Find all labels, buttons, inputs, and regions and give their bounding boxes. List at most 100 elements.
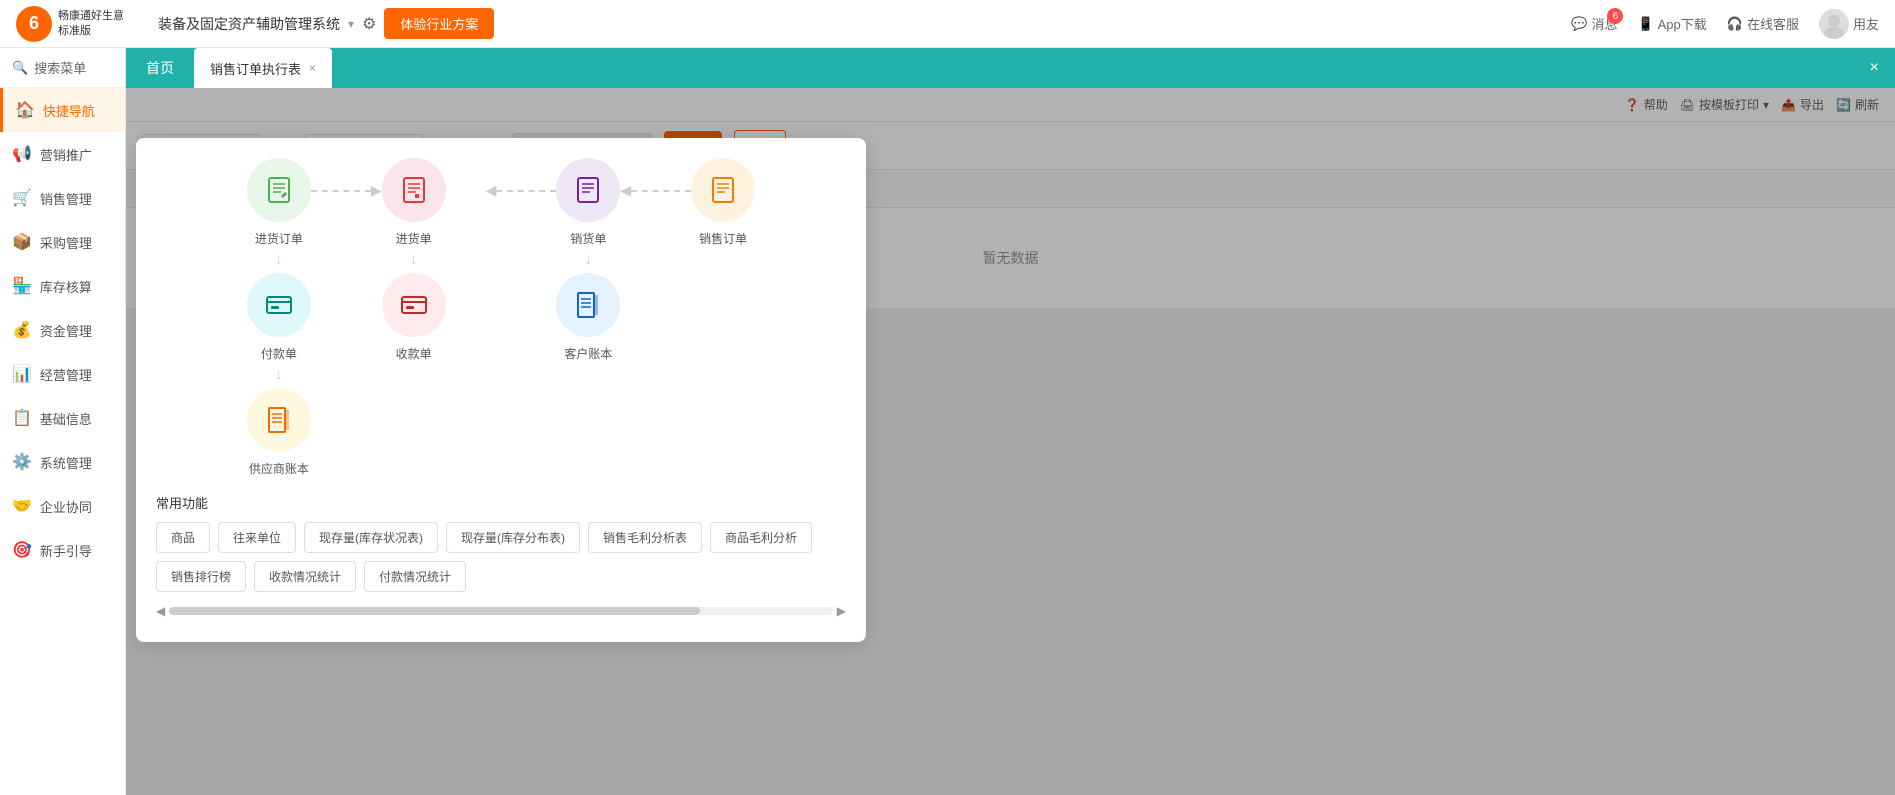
arrow-right-3: ◀	[620, 158, 691, 199]
arrow-down-3: ↓	[275, 366, 283, 384]
user-avatar	[1819, 9, 1849, 39]
new-user-icon: 🎯	[12, 540, 32, 560]
scroll-track[interactable]	[169, 607, 833, 615]
sidebar-item-new-user[interactable]: 🎯 新手引导	[0, 528, 125, 572]
flow-node-supplier-ledger[interactable]: 供应商账本	[247, 388, 311, 477]
settings-icon[interactable]: ⚙	[362, 14, 376, 34]
sidebar-item-marketing[interactable]: 📢 营销推广	[0, 132, 125, 176]
message-icon: 💬	[1571, 16, 1587, 32]
headset-icon: 🎧	[1727, 16, 1743, 32]
logo-area: 6 畅康通好生意 标准版	[16, 6, 142, 42]
func-buttons-row1: 商品 往来单位 现存量(库存状况表) 现存量(库存分布表) 销售毛利分析表 商品…	[156, 522, 846, 553]
flow-col-mid: 进货单 ↓ 收款单	[382, 158, 446, 362]
enterprise-icon: 🤝	[12, 496, 32, 516]
tab-bar-close-icon[interactable]: ×	[1870, 59, 1879, 77]
receipt-label: 收款单	[396, 345, 432, 362]
flow-col-left: 进货订单 ↓ 付款单 ↓	[247, 158, 311, 477]
func-btn-stock-status[interactable]: 现存量(库存状况表)	[304, 522, 438, 553]
user-item[interactable]: 用友	[1819, 9, 1879, 39]
search-menu[interactable]: 🔍 搜索菜单	[0, 48, 125, 88]
operations-icon: 📊	[12, 364, 32, 384]
sidebar-item-operations[interactable]: 📊 经营管理	[0, 352, 125, 396]
flow-node-payment[interactable]: 付款单	[247, 273, 311, 362]
basic-info-icon: 📋	[12, 408, 32, 428]
sidebar-item-sales[interactable]: 🛒 销售管理	[0, 176, 125, 220]
tab-close-icon[interactable]: ×	[309, 61, 316, 75]
flow-diagram: 进货订单 ↓ 付款单 ↓	[156, 158, 846, 477]
sales-order-circle	[691, 158, 755, 222]
purchase-order-label: 进货订单	[255, 230, 303, 247]
finance-icon: 💰	[12, 320, 32, 340]
flow-node-purchase-bill[interactable]: 进货单	[382, 158, 446, 247]
app-download-item[interactable]: 📱 App下载	[1637, 14, 1706, 33]
scroll-thumb[interactable]	[169, 607, 700, 615]
payment-circle	[247, 273, 311, 337]
func-buttons-row2: 销售排行榜 收款情况统计 付款情况统计	[156, 561, 846, 592]
purchase-order-circle	[247, 158, 311, 222]
func-btn-receipt-stats[interactable]: 收款情况统计	[254, 561, 356, 592]
system-title: 装备及固定资产辅助管理系统 ▾ ⚙	[158, 14, 376, 34]
message-item[interactable]: 💬 消息 6	[1571, 14, 1617, 33]
purchase-bill-circle	[382, 158, 446, 222]
arrow-down-2: ↓	[410, 251, 418, 269]
content-area: 首页 销售订单执行表 × × ❓ 帮助 🖨	[126, 48, 1895, 795]
sales-bill-circle	[556, 158, 620, 222]
sales-icon: 🛒	[12, 188, 32, 208]
flow-node-receipt[interactable]: 收款单	[382, 273, 446, 362]
sidebar-item-purchase[interactable]: 📦 采购管理	[0, 220, 125, 264]
tab-home[interactable]: 首页	[126, 48, 194, 88]
quick-nav-popup: 进货订单 ↓ 付款单 ↓	[136, 138, 866, 642]
payment-label: 付款单	[261, 345, 297, 362]
receipt-circle	[382, 273, 446, 337]
scroll-right-arrow[interactable]: ▶	[837, 604, 846, 618]
logo-text: 畅康通好生意 标准版	[58, 9, 124, 38]
top-right-area: 💬 消息 6 📱 App下载 🎧 在线客服 用友	[1571, 9, 1879, 39]
sidebar-item-enterprise[interactable]: 🤝 企业协同	[0, 484, 125, 528]
flow-node-sales-bill[interactable]: 销货单	[556, 158, 620, 247]
common-functions-title: 常用功能	[156, 493, 846, 512]
system-name: 装备及固定资产辅助管理系统	[158, 14, 340, 34]
arrow-down-4: ↓	[584, 251, 592, 269]
supplier-ledger-label: 供应商账本	[249, 460, 309, 477]
common-functions: 常用功能 商品 往来单位 现存量(库存状况表) 现存量(库存分布表) 销售毛利分…	[156, 493, 846, 592]
inventory-icon: 🏪	[12, 276, 32, 296]
trial-button[interactable]: 体验行业方案	[384, 8, 494, 39]
func-btn-supplier-customer[interactable]: 往来单位	[218, 522, 296, 553]
flow-node-sales-order[interactable]: 销售订单	[691, 158, 755, 247]
sidebar-item-inventory[interactable]: 🏪 库存核算	[0, 264, 125, 308]
sidebar-item-basic-info[interactable]: 📋 基础信息	[0, 396, 125, 440]
func-btn-sales-rank[interactable]: 销售排行榜	[156, 561, 246, 592]
logo-icon: 6	[16, 6, 52, 42]
func-btn-product[interactable]: 商品	[156, 522, 210, 553]
sales-bill-label: 销货单	[570, 230, 606, 247]
page-content: ❓ 帮助 🖨 按模板打印 ▾ 📤 导出 🔄 刷新	[126, 88, 1895, 795]
customer-ledger-label: 客户账本	[564, 345, 612, 362]
system-icon: ⚙️	[12, 452, 32, 472]
func-btn-stock-dist[interactable]: 现存量(库存分布表)	[446, 522, 580, 553]
tab-bar: 首页 销售订单执行表 × ×	[126, 48, 1895, 88]
flow-col-right-inner: 销货单 ↓ 客户账本	[556, 158, 620, 362]
arrow-down-1: ↓	[275, 251, 283, 269]
sidebar: 🔍 搜索菜单 🏠 快捷导航 📢 营销推广 🛒 销售管理 📦 采购管理 🏪	[0, 48, 126, 795]
flow-col-far-right: 销售订单	[691, 158, 755, 247]
search-icon: 🔍	[12, 60, 28, 76]
online-service-item[interactable]: 🎧 在线客服	[1727, 14, 1799, 33]
sidebar-item-system[interactable]: ⚙️ 系统管理	[0, 440, 125, 484]
phone-icon: 📱	[1637, 16, 1653, 32]
func-btn-payment-stats[interactable]: 付款情况统计	[364, 561, 466, 592]
customer-ledger-circle	[556, 273, 620, 337]
flow-node-purchase-order[interactable]: 进货订单	[247, 158, 311, 247]
message-badge: 6	[1607, 8, 1623, 24]
sidebar-item-quick-nav[interactable]: 🏠 快捷导航	[0, 88, 125, 132]
sales-order-label: 销售订单	[699, 230, 747, 247]
func-btn-product-margin[interactable]: 商品毛利分析	[710, 522, 812, 553]
supplier-ledger-circle	[247, 388, 311, 452]
arrow-right-1: ▶	[311, 158, 382, 199]
scroll-left-arrow[interactable]: ◀	[156, 604, 165, 618]
func-btn-sales-margin[interactable]: 销售毛利分析表	[588, 522, 702, 553]
sidebar-item-finance[interactable]: 💰 资金管理	[0, 308, 125, 352]
flow-node-customer-ledger[interactable]: 客户账本	[556, 273, 620, 362]
system-dropdown-icon[interactable]: ▾	[348, 17, 354, 31]
tab-sales-order-exec[interactable]: 销售订单执行表 ×	[194, 48, 332, 88]
marketing-icon: 📢	[12, 144, 32, 164]
